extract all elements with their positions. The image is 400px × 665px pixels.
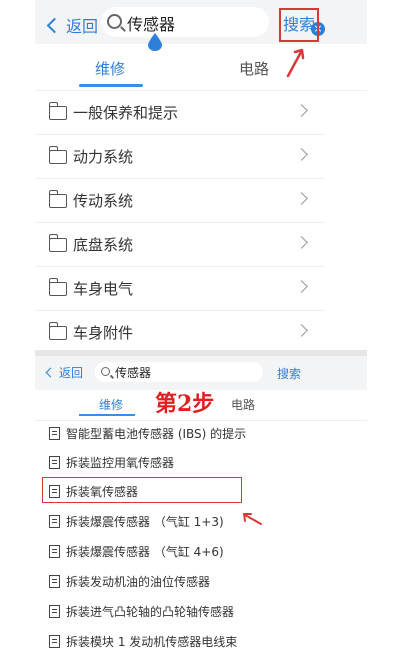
category-label: 传动系统 — [73, 192, 134, 210]
search-button[interactable]: 搜索 — [277, 365, 301, 382]
result-label: 拆装监控用氧传感器 — [66, 456, 175, 470]
result-item[interactable]: 拆装模块 1 发动机传感器电线束 — [35, 626, 367, 656]
chevron-right-icon — [295, 148, 308, 161]
search-screen-bottom: 返回 传感器 搜索 维修 第2步 电路 智能型蓄电池传感器 (IBS) 的提示 … — [35, 356, 367, 665]
category-label: 底盘系统 — [73, 236, 134, 254]
chevron-right-icon — [295, 192, 308, 205]
search-icon — [101, 367, 110, 376]
result-item[interactable]: 拆装进气凸轮轴的凸轮轴传感器 — [35, 596, 367, 626]
folder-icon — [48, 190, 67, 208]
document-icon — [49, 427, 60, 440]
active-tab-indicator — [79, 414, 135, 416]
chevron-left-icon — [45, 367, 56, 378]
search-screen-top: 返回 传感器 × 搜索 维修 电路 一般保养和提示 动力系统 传动系统 底盘系统… — [35, 0, 367, 355]
category-label: 车身电气 — [73, 280, 134, 298]
document-icon — [49, 515, 60, 528]
back-label: 返回 — [59, 366, 84, 380]
category-label: 车身附件 — [73, 324, 134, 342]
category-row[interactable]: 车身附件 — [35, 310, 325, 355]
chevron-right-icon — [295, 324, 308, 337]
result-label: 拆装爆震传感器 （气缸 1+3) — [66, 515, 224, 529]
tab-repair[interactable]: 维修 — [95, 58, 125, 79]
category-row[interactable]: 动力系统 — [35, 134, 325, 179]
category-row[interactable]: 一般保养和提示 — [35, 90, 325, 135]
tab-circuit[interactable]: 电路 — [231, 396, 255, 413]
document-icon — [49, 575, 60, 588]
search-query: 传感器 — [115, 366, 152, 380]
tab-repair[interactable]: 维修 — [99, 396, 123, 413]
back-label: 返回 — [66, 17, 99, 36]
result-label: 拆装爆震传感器 （气缸 4+6) — [66, 545, 224, 559]
step-annotation: 第2步 — [155, 391, 215, 417]
highlight-box — [42, 477, 242, 503]
touch-drop-icon — [148, 33, 162, 51]
chevron-right-icon — [295, 236, 308, 249]
chevron-right-icon — [295, 104, 308, 117]
result-item[interactable]: 拆装发动机油的油位传感器 — [35, 566, 367, 596]
back-button[interactable]: 返回 — [46, 13, 99, 37]
folder-icon — [48, 278, 67, 296]
result-item[interactable]: 拆装爆震传感器 （气缸 1+3) — [35, 506, 367, 536]
result-label: 拆装进气凸轮轴的凸轮轴传感器 — [66, 605, 235, 619]
search-input[interactable]: 传感器 — [95, 362, 263, 382]
document-icon — [49, 605, 60, 618]
folder-icon — [48, 146, 67, 164]
document-icon — [49, 635, 60, 648]
active-tab-indicator — [79, 84, 143, 87]
chevron-right-icon — [295, 280, 308, 293]
result-item[interactable]: 拆装爆震传感器 （气缸 4+6) — [35, 536, 367, 566]
search-input[interactable]: 传感器 × — [101, 7, 325, 37]
category-label: 动力系统 — [73, 148, 134, 166]
folder-icon — [48, 102, 67, 120]
document-icon — [49, 545, 60, 558]
result-item[interactable]: 拆装监控用氧传感器 — [35, 447, 367, 477]
search-button[interactable]: 搜索 — [279, 8, 319, 42]
category-label: 一般保养和提示 — [73, 104, 179, 122]
category-row[interactable]: 车身电气 — [35, 266, 325, 311]
folder-icon — [48, 322, 67, 340]
result-item[interactable]: 智能型蓄电池传感器 (IBS) 的提示 — [35, 418, 367, 448]
back-button[interactable]: 返回 — [45, 364, 84, 381]
folder-icon — [48, 234, 67, 252]
arrow-icon — [243, 513, 262, 525]
search-icon — [107, 14, 122, 29]
document-icon — [49, 456, 60, 469]
result-label: 拆装发动机油的油位传感器 — [66, 575, 211, 589]
category-row[interactable]: 传动系统 — [35, 178, 325, 223]
result-label: 拆装模块 1 发动机传感器电线束 — [66, 635, 238, 649]
tab-circuit[interactable]: 电路 — [239, 58, 269, 79]
result-label: 智能型蓄电池传感器 (IBS) 的提示 — [66, 427, 247, 441]
chevron-left-icon — [46, 17, 63, 33]
category-row[interactable]: 底盘系统 — [35, 222, 325, 267]
search-query: 传感器 — [127, 15, 176, 34]
